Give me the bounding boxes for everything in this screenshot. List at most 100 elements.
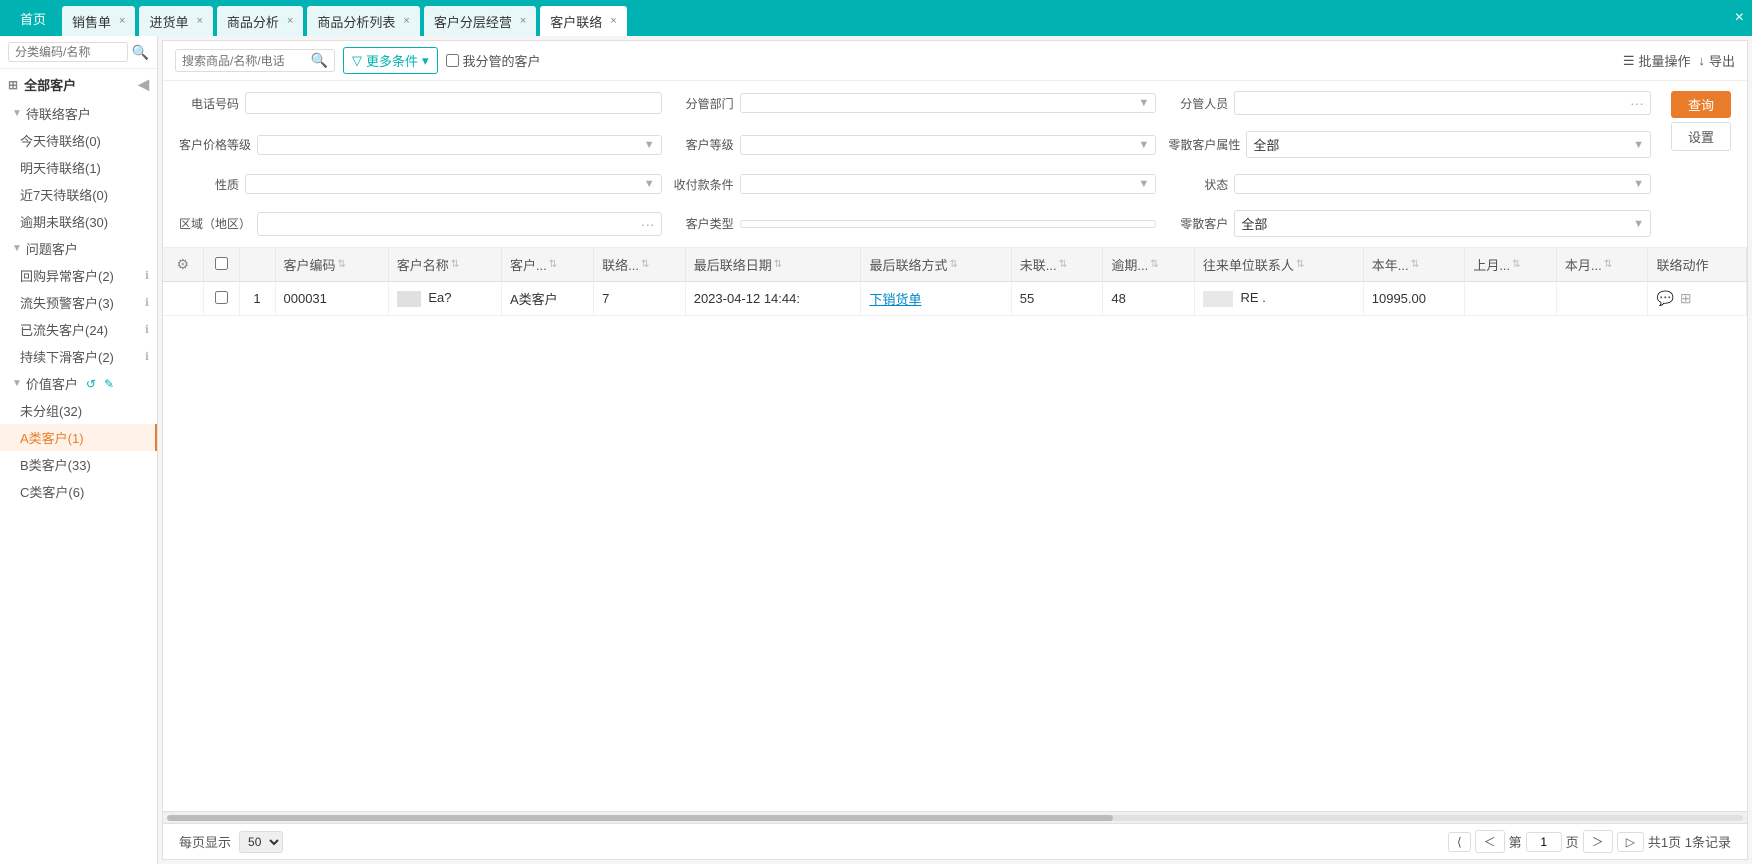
td-code: 000031	[275, 282, 388, 316]
nav-tab-purchase[interactable]: 进货单 ×	[139, 6, 212, 36]
row-checkbox[interactable]	[215, 291, 228, 304]
sidebar-group-value[interactable]: ▼ 价值客户 ↺ ✎	[0, 370, 157, 397]
sidebar-collapse-btn[interactable]: ◀	[138, 76, 149, 93]
sidebar-group-problem[interactable]: ▼ 问题客户	[0, 235, 157, 262]
filter-person-select[interactable]: ···	[1234, 91, 1651, 115]
export-btn[interactable]: ↓ 导出	[1698, 51, 1735, 70]
table-row: 1 000031 Ea? A类客户 7 2023-04-12 14:44: 下销…	[163, 282, 1747, 316]
th-last-month[interactable]: 上月... ⇅	[1465, 248, 1557, 282]
my-customers-checkbox[interactable]	[446, 54, 459, 67]
next-page-btn[interactable]: ＞	[1583, 830, 1613, 853]
sidebar-item-class-b[interactable]: B类客户(33)	[0, 451, 157, 478]
scrollbar-thumb[interactable]	[167, 815, 1113, 821]
horizontal-scrollbar[interactable]	[163, 811, 1747, 823]
prev-page-btn[interactable]: ＜	[1475, 830, 1505, 853]
page-size-select[interactable]: 50	[239, 831, 283, 853]
sidebar-item-7days-contact[interactable]: 近7天待联络(0)	[0, 181, 157, 208]
more-filters-btn[interactable]: ▽ 更多条件 ▾	[343, 47, 438, 74]
th-name[interactable]: 客户名称 ⇅	[388, 248, 501, 282]
filter-dept-select[interactable]: ▼	[740, 93, 1157, 113]
filter-price-select[interactable]: ▼	[257, 135, 662, 155]
close-customer-tier-tab[interactable]: ×	[520, 15, 526, 27]
th-last-method[interactable]: 最后联络方式 ⇅	[861, 248, 1011, 282]
edit-group-icon[interactable]: ✎	[104, 377, 114, 391]
refresh-icon[interactable]: ↺	[86, 377, 96, 391]
sidebar-item-abnormal-repurchase[interactable]: 回购异常客户(2) ℹ	[0, 262, 157, 289]
sidebar-search-input[interactable]	[8, 42, 128, 62]
filter-phone-input[interactable]	[245, 92, 662, 114]
action-message-icon[interactable]: 💬	[1656, 290, 1673, 307]
nav-tab-product-analysis-list[interactable]: 商品分析列表 ×	[307, 6, 419, 36]
close-purchase-tab[interactable]: ×	[196, 15, 202, 27]
sidebar-item-lost-customers[interactable]: 已流失客户(24) ℹ	[0, 316, 157, 343]
filter-type-select[interactable]	[740, 220, 1157, 228]
th-checkbox[interactable]	[203, 248, 239, 282]
th-unit-contact[interactable]: 往来单位联系人 ⇅	[1194, 248, 1363, 282]
td-index: 1	[239, 282, 275, 316]
td-name: Ea?	[388, 282, 501, 316]
sidebar-item-churn-warning[interactable]: 流失预警客户(3) ℹ	[0, 289, 157, 316]
nav-home[interactable]: 首页	[8, 0, 58, 36]
my-customers-checkbox-container[interactable]: 我分管的客户	[446, 51, 541, 70]
filter-scatter-select[interactable]: 全部 ▼	[1234, 210, 1651, 237]
filter-customer-level-select[interactable]: ▼	[740, 135, 1157, 155]
close-product-analysis-list-tab[interactable]: ×	[403, 15, 409, 27]
page-number-input[interactable]	[1526, 832, 1562, 852]
close-product-analysis-tab[interactable]: ×	[287, 15, 293, 27]
toolbar-search-icon[interactable]: 🔍	[311, 52, 328, 69]
th-type[interactable]: 客户... ⇅	[501, 248, 593, 282]
filter-status: 状态 ▼	[1168, 174, 1651, 194]
filter-customer-level: 客户等级 ▼	[674, 135, 1157, 155]
td-checkbox[interactable]	[203, 282, 239, 316]
th-overdue[interactable]: 逾期... ⇅	[1103, 248, 1195, 282]
top-nav: 首页 销售单 × 进货单 × 商品分析 × 商品分析列表 × 客户分层经营 × …	[0, 0, 1752, 36]
setting-btn[interactable]: 设置	[1671, 122, 1731, 151]
scrollbar-track	[167, 815, 1743, 821]
sidebar-item-class-c[interactable]: C类客户(6)	[0, 478, 157, 505]
filter-status-select[interactable]: ▼	[1234, 174, 1651, 194]
filter-person-label: 分管人员	[1168, 95, 1228, 112]
nav-tab-customer-tier[interactable]: 客户分层经营 ×	[424, 6, 536, 36]
sort-contact-icon: ⇅	[641, 259, 649, 270]
td-not-contacted: 55	[1011, 282, 1103, 316]
th-code[interactable]: 客户编码 ⇅	[275, 248, 388, 282]
sidebar-item-declining-customers[interactable]: 持续下滑客户(2) ℹ	[0, 343, 157, 370]
select-all-checkbox[interactable]	[215, 257, 228, 270]
filter-dept: 分管部门 ▼	[674, 93, 1157, 113]
close-sales-tab[interactable]: ×	[119, 15, 125, 27]
last-method-link[interactable]: 下销货单	[869, 292, 921, 307]
th-this-month[interactable]: 本月... ⇅	[1556, 248, 1648, 282]
sidebar-search-icon[interactable]: 🔍	[132, 44, 149, 61]
filter-payment-select[interactable]: ▼	[740, 174, 1157, 194]
close-customer-contact-tab[interactable]: ×	[610, 15, 616, 27]
toolbar-search-input[interactable]	[182, 54, 307, 68]
th-not-contacted[interactable]: 未联... ⇅	[1011, 248, 1103, 282]
th-last-date[interactable]: 最后联络日期 ⇅	[685, 248, 861, 282]
action-qr-icon[interactable]: ⊞	[1680, 290, 1692, 307]
settings-icon[interactable]: ⚙	[176, 256, 189, 272]
sidebar-group-pending[interactable]: ▼ 待联络客户	[0, 100, 157, 127]
query-btn[interactable]: 查询	[1671, 91, 1731, 118]
sidebar-item-today-contact[interactable]: 今天待联络(0)	[0, 127, 157, 154]
nav-tab-product-analysis[interactable]: 商品分析 ×	[217, 6, 303, 36]
th-this-year[interactable]: 本年... ⇅	[1363, 248, 1465, 282]
close-window-btn[interactable]: ×	[1735, 9, 1744, 27]
name-color-block	[397, 291, 421, 307]
batch-op-btn[interactable]: ☰ 批量操作	[1623, 51, 1691, 70]
filter-scatter-attr-select[interactable]: 全部 ▼	[1246, 131, 1651, 158]
sidebar-item-tomorrow-contact[interactable]: 明天待联络(1)	[0, 154, 157, 181]
nav-tab-customer-contact[interactable]: 客户联络 ×	[540, 6, 626, 36]
filter-region-select[interactable]: ···	[257, 212, 662, 236]
filter-type-label: 客户类型	[674, 215, 734, 232]
th-settings[interactable]: ⚙	[163, 248, 203, 282]
first-page-btn[interactable]: ⟨	[1448, 832, 1471, 852]
nav-tab-sales[interactable]: 销售单 ×	[62, 6, 135, 36]
th-contact-count[interactable]: 联络... ⇅	[594, 248, 686, 282]
sidebar-item-unclassified[interactable]: 未分组(32)	[0, 397, 157, 424]
td-last-method[interactable]: 下销货单	[861, 282, 1011, 316]
sidebar-item-class-a[interactable]: A类客户(1)	[0, 424, 157, 451]
sidebar-item-overdue-contact[interactable]: 逾期未联络(30)	[0, 208, 157, 235]
last-page-btn[interactable]: ▷	[1617, 832, 1644, 852]
sidebar-all-customers[interactable]: ⊞ 全部客户 ◀	[0, 69, 157, 100]
filter-nature-select[interactable]: ▼	[245, 174, 662, 194]
